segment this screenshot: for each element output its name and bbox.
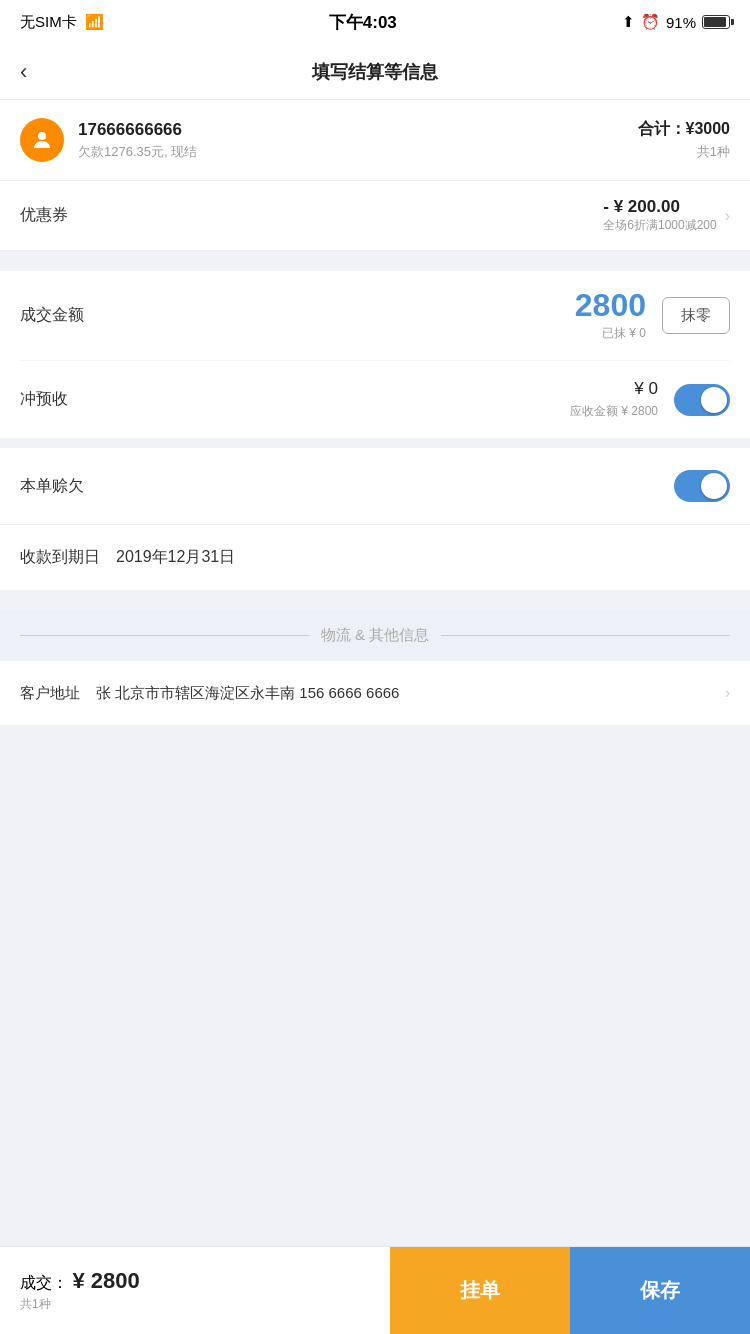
prepay-toggle-knob	[701, 387, 727, 413]
address-label: 客户地址	[20, 684, 80, 703]
customer-info: 17666666666 欠款1276.35元, 现结	[78, 120, 638, 161]
battery-fill	[704, 17, 726, 27]
customer-sub: 欠款1276.35元, 现结	[78, 143, 638, 161]
save-button[interactable]: 保存	[570, 1247, 750, 1335]
coupon-arrow-icon: ›	[725, 207, 730, 225]
content: 17666666666 欠款1276.35元, 现结 合计：¥3000 共1种 …	[0, 100, 750, 1025]
alarm-icon: ⏰	[641, 13, 660, 31]
due-row: 收款到期日 2019年12月31日	[0, 524, 750, 590]
credit-toggle[interactable]	[674, 470, 730, 502]
nav-bar: ‹ 填写结算等信息	[0, 44, 750, 100]
gray-sep-1	[0, 261, 750, 271]
total-count: 共1种	[638, 143, 731, 161]
amount-label: 成交金额	[20, 305, 575, 326]
prepay-toggle[interactable]	[674, 384, 730, 416]
battery-bar	[702, 15, 730, 29]
credit-row: 本单赊欠	[0, 448, 750, 524]
gray-sep-3	[0, 600, 750, 610]
logistics-line-right	[441, 635, 730, 636]
credit-section: 本单赊欠 收款到期日 2019年12月31日	[0, 448, 750, 590]
coupon-desc: 全场6折满1000减200	[603, 217, 716, 234]
amount-right: 2800 已抹 ¥ 0 抹零	[575, 289, 730, 342]
prepay-amount: ¥ 0	[570, 379, 658, 399]
total-amount: 合计：¥3000	[638, 119, 731, 140]
bottom-label: 成交：	[20, 1274, 68, 1291]
round-zero-button[interactable]: 抹零	[662, 297, 730, 334]
wifi-icon: 📶	[85, 13, 104, 31]
customer-card: 17666666666 欠款1276.35元, 现结 合计：¥3000 共1种 …	[0, 100, 750, 251]
prepay-sub: 应收金额 ¥ 2800	[570, 403, 658, 420]
address-section: 客户地址 张 北京市市辖区海淀区永丰南 156 6666 6666 ›	[0, 661, 750, 725]
gray-sep-2	[0, 438, 750, 448]
amount-value: 2800	[575, 289, 646, 321]
svg-point-0	[38, 132, 46, 140]
bottom-amount: ¥ 2800	[72, 1268, 139, 1293]
bottom-count: 共1种	[20, 1296, 370, 1313]
prepay-row: 冲预收 ¥ 0 应收金额 ¥ 2800	[20, 361, 730, 438]
status-bar: 无SIM卡 📶 下午4:03 ⬆ ⏰ 91%	[0, 0, 750, 44]
logistics-divider: 物流 & 其他信息	[0, 610, 750, 661]
coupon-amount-col: - ¥ 200.00 全场6折满1000减200	[603, 197, 716, 234]
bottom-summary: 成交： ¥ 2800 共1种	[0, 1268, 390, 1313]
customer-phone: 17666666666	[78, 120, 638, 140]
due-date: 2019年12月31日	[116, 547, 235, 568]
amount-section: 成交金额 2800 已抹 ¥ 0 抹零 冲预收 ¥ 0 应收金额 ¥ 2800	[0, 271, 750, 438]
avatar	[20, 118, 64, 162]
amount-row: 成交金额 2800 已抹 ¥ 0 抹零	[20, 271, 730, 361]
coupon-label: 优惠券	[20, 205, 603, 226]
logistics-line-left	[20, 635, 309, 636]
total-info: 合计：¥3000 共1种	[638, 119, 731, 161]
logistics-div-text: 物流 & 其他信息	[321, 626, 429, 645]
status-time: 下午4:03	[329, 11, 397, 34]
status-right: ⬆ ⏰ 91%	[622, 13, 730, 31]
credit-toggle-knob	[701, 473, 727, 499]
bottom-label-row: 成交： ¥ 2800	[20, 1268, 370, 1294]
amount-sub: 已抹 ¥ 0	[575, 325, 646, 342]
due-label: 收款到期日	[20, 547, 100, 568]
hang-order-button[interactable]: 挂单	[390, 1247, 570, 1335]
prepay-amount-col: ¥ 0 应收金额 ¥ 2800	[570, 379, 658, 420]
prepay-right: ¥ 0 应收金额 ¥ 2800	[570, 379, 730, 420]
back-button[interactable]: ‹	[12, 51, 35, 93]
prepay-label: 冲预收	[20, 389, 570, 410]
coupon-discount: - ¥ 200.00	[603, 197, 716, 217]
coupon-right: - ¥ 200.00 全场6折满1000减200 ›	[603, 197, 730, 234]
address-value: 张 北京市市辖区海淀区永丰南 156 6666 6666	[96, 681, 709, 705]
location-icon: ⬆	[622, 13, 635, 31]
battery-percent: 91%	[666, 14, 696, 31]
status-left: 无SIM卡 📶	[20, 13, 104, 32]
amount-col: 2800 已抹 ¥ 0	[575, 289, 646, 342]
nav-title: 填写结算等信息	[312, 60, 438, 84]
bottom-space	[0, 735, 750, 935]
bottom-bar: 成交： ¥ 2800 共1种 挂单 保存	[0, 1246, 750, 1334]
coupon-row[interactable]: 优惠券 - ¥ 200.00 全场6折满1000减200 ›	[0, 181, 750, 251]
address-arrow-icon: ›	[725, 684, 730, 702]
address-row[interactable]: 客户地址 张 北京市市辖区海淀区永丰南 156 6666 6666 ›	[0, 661, 750, 725]
credit-label: 本单赊欠	[20, 476, 674, 497]
sim-text: 无SIM卡	[20, 13, 77, 32]
customer-row: 17666666666 欠款1276.35元, 现结 合计：¥3000 共1种	[0, 100, 750, 181]
